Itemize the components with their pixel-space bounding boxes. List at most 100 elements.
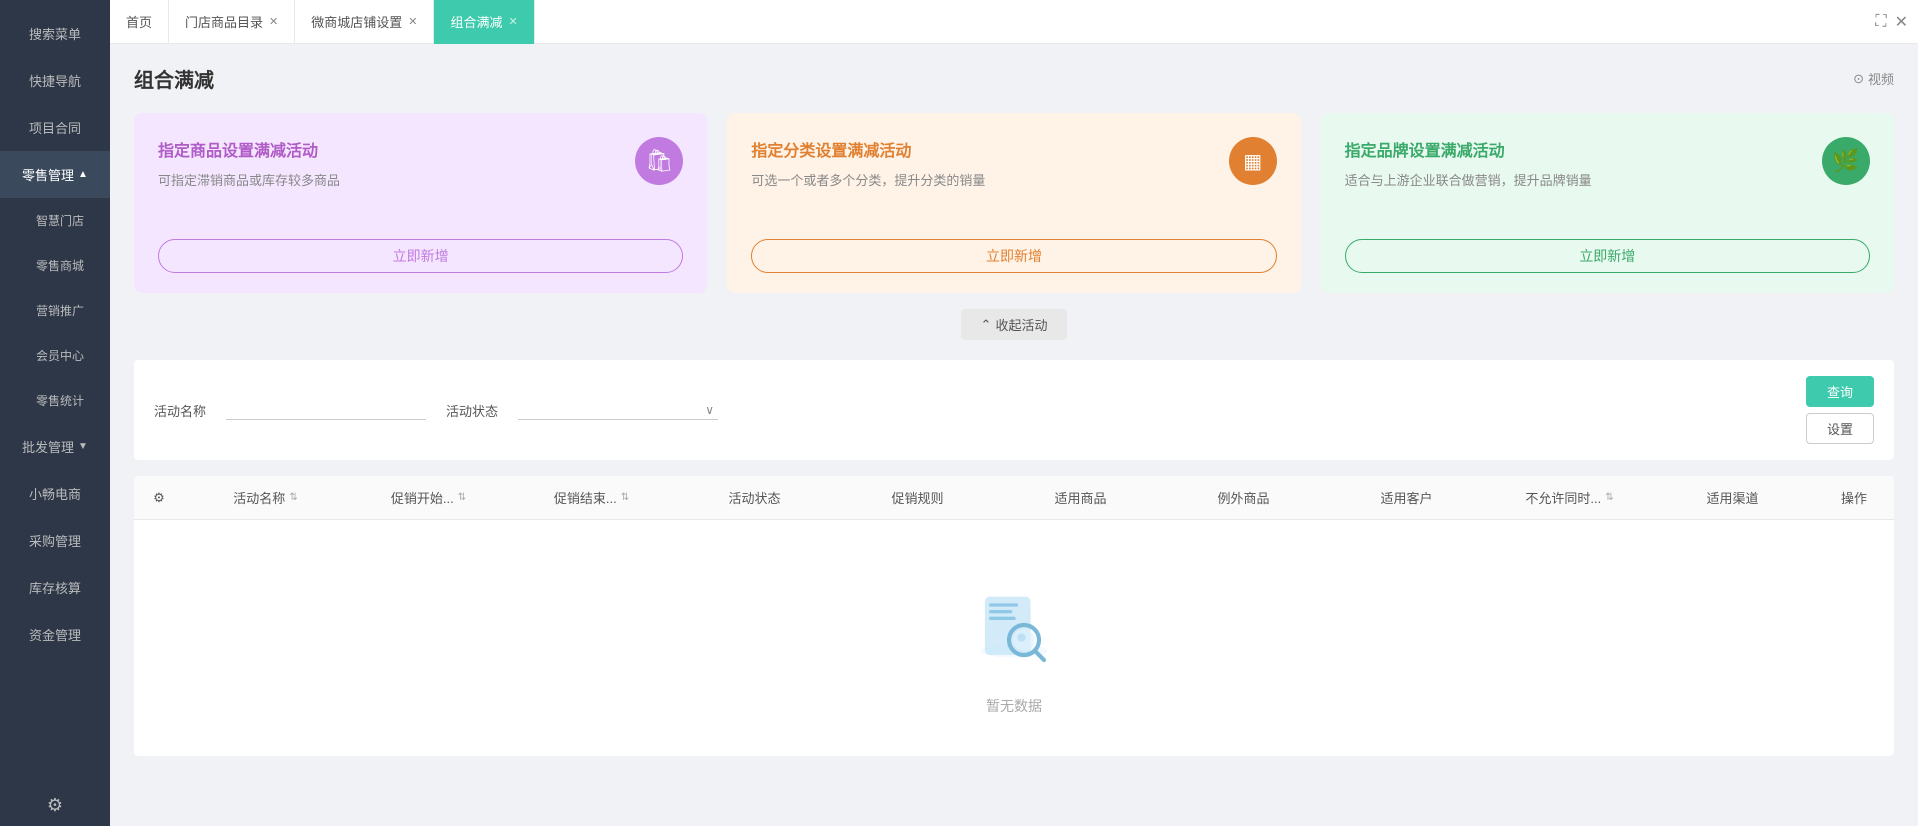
chevron-up-icon: ▲: [78, 169, 88, 180]
page-title: 组合满减: [134, 64, 214, 93]
th-gear[interactable]: ⚙: [134, 490, 184, 506]
th-applicable-channel: 适用渠道: [1651, 488, 1814, 507]
th-activity-name: 活动名称 ⇅: [184, 488, 347, 507]
sort-icon[interactable]: ⇅: [289, 492, 297, 503]
th-exception-goods: 例外商品: [1162, 488, 1325, 507]
sort-icon[interactable]: ⇅: [458, 492, 466, 503]
sidebar-item-label: 营销推广: [36, 304, 84, 318]
sidebar-item-label: 零售统计: [36, 394, 84, 408]
category-card-icon: ▦: [1229, 137, 1277, 185]
filter-actions: 查询 设置: [1806, 376, 1874, 444]
video-link[interactable]: ⊙ 视频: [1853, 69, 1894, 88]
activity-status-select[interactable]: ∨: [518, 401, 718, 420]
video-link-label: 视频: [1868, 69, 1894, 88]
collapse-label: 收起活动: [995, 315, 1047, 334]
empty-text: 暂无数据: [986, 696, 1042, 716]
goods-card-add-button[interactable]: 立即新增: [158, 239, 683, 273]
window-actions: ⛶ ✕: [1875, 12, 1918, 32]
brand-card-add-button[interactable]: 立即新增: [1345, 239, 1870, 273]
sidebar-item-label: 批发管理: [22, 437, 74, 456]
th-activity-status: 活动状态: [673, 488, 836, 507]
category-activity-card: 指定分类设置满减活动 可选一个或者多个分类，提升分类的销量 ▦ 立即新增: [727, 113, 1300, 293]
th-promo-start-label: 促销开始...: [391, 488, 454, 507]
sidebar-item-label: 项目合同: [29, 121, 81, 136]
sidebar-item-search-menu[interactable]: 搜索菜单: [0, 10, 110, 57]
sidebar-item-label: 会员中心: [36, 349, 84, 363]
sort-icon[interactable]: ⇅: [1605, 492, 1613, 503]
th-not-concurrent-label: 不允许同时...: [1525, 488, 1601, 507]
sidebar-item-project-contract[interactable]: 项目合同: [0, 104, 110, 151]
sidebar-item-smart-store[interactable]: 智慧门店: [0, 198, 110, 243]
sidebar: 搜索菜单 快捷导航 项目合同 零售管理 ▲ 智慧门店 零售商城 营销推广 会员中…: [0, 0, 110, 826]
th-applicable-goods: 适用商品: [999, 488, 1162, 507]
sidebar-item-member-center[interactable]: 会员中心: [0, 333, 110, 378]
close-icon[interactable]: ✕: [408, 15, 417, 28]
sidebar-item-xiaochangec[interactable]: 小畅电商: [0, 470, 110, 517]
page-content-area: 组合满减 ⊙ 视频 指定商品设置满减活动 可指定滞销商品或库存较多商品 🛍 立即…: [110, 44, 1918, 826]
sidebar-item-label: 快捷导航: [29, 74, 81, 89]
close-window-icon[interactable]: ✕: [1895, 12, 1908, 32]
tab-combo-discount[interactable]: 组合满减 ✕: [434, 0, 534, 44]
activity-name-label: 活动名称: [154, 401, 206, 420]
tab-home[interactable]: 首页: [110, 0, 169, 44]
category-card-add-button[interactable]: 立即新增: [751, 239, 1276, 273]
sidebar-item-marketing[interactable]: 营销推广: [0, 288, 110, 333]
settings-icon[interactable]: ⚙: [47, 795, 63, 816]
activity-status-label: 活动状态: [446, 401, 498, 420]
play-circle-icon: ⊙: [1853, 71, 1864, 87]
brand-card-desc: 适合与上游企业联合做营销，提升品牌销量: [1345, 171, 1870, 192]
sidebar-item-purchase-mgmt[interactable]: 采购管理: [0, 517, 110, 564]
maximize-icon[interactable]: ⛶: [1875, 13, 1886, 31]
sidebar-item-inventory-check[interactable]: 库存核算: [0, 564, 110, 611]
th-promo-end: 促销结束... ⇅: [510, 488, 673, 507]
brand-activity-card: 指定品牌设置满减活动 适合与上游企业联合做营销，提升品牌销量 🌿 立即新增: [1321, 113, 1894, 293]
sidebar-item-label: 零售商城: [36, 259, 84, 273]
th-promo-end-label: 促销结束...: [554, 488, 617, 507]
th-applicable-channel-label: 适用渠道: [1706, 488, 1758, 507]
tab-wechat-store[interactable]: 微商城店铺设置 ✕: [295, 0, 434, 44]
tab-combo-discount-label: 组合满减: [450, 12, 502, 31]
tab-wechat-store-label: 微商城店铺设置: [311, 12, 402, 31]
sidebar-item-label: 智慧门店: [36, 214, 84, 228]
th-promo-rule: 促销规则: [836, 488, 999, 507]
th-exception-goods-label: 例外商品: [1217, 488, 1269, 507]
goods-activity-card: 指定商品设置满减活动 可指定滞销商品或库存较多商品 🛍 立即新增: [134, 113, 707, 293]
sidebar-item-label: 搜索菜单: [29, 27, 81, 42]
sidebar-item-retail-stats[interactable]: 零售统计: [0, 378, 110, 423]
activity-name-input[interactable]: [226, 400, 426, 420]
sidebar-item-fund-mgmt[interactable]: 资金管理: [0, 611, 110, 658]
th-applicable-customer: 适用客户: [1325, 488, 1488, 507]
close-icon[interactable]: ✕: [509, 15, 518, 28]
activity-table: ⚙ 活动名称 ⇅ 促销开始... ⇅ 促销结束... ⇅ 活动状态: [134, 476, 1894, 756]
th-operations: 操作: [1814, 488, 1894, 507]
sort-icon[interactable]: ⇅: [621, 492, 629, 503]
th-operations-label: 操作: [1841, 488, 1867, 507]
sidebar-item-wholesale-mgmt[interactable]: 批发管理 ▼: [0, 423, 110, 470]
goods-card-icon: 🛍: [635, 137, 683, 185]
empty-state: 暂无数据: [134, 520, 1894, 756]
sidebar-item-label: 资金管理: [29, 628, 81, 643]
tab-home-label: 首页: [126, 12, 152, 31]
table-header: ⚙ 活动名称 ⇅ 促销开始... ⇅ 促销结束... ⇅ 活动状态: [134, 476, 1894, 520]
th-not-concurrent: 不允许同时... ⇅: [1488, 488, 1651, 507]
close-icon[interactable]: ✕: [269, 15, 278, 28]
collapse-button[interactable]: ⌃ 收起活动: [961, 309, 1068, 340]
sidebar-item-quick-nav[interactable]: 快捷导航: [0, 57, 110, 104]
category-card-desc: 可选一个或者多个分类，提升分类的销量: [751, 171, 1276, 192]
goods-card-title: 指定商品设置满减活动: [158, 137, 683, 161]
tab-store-catalog[interactable]: 门店商品目录 ✕: [169, 0, 295, 44]
th-activity-name-label: 活动名称: [233, 488, 285, 507]
tab-store-catalog-label: 门店商品目录: [185, 12, 263, 31]
query-button[interactable]: 查询: [1806, 376, 1874, 407]
sidebar-item-retail-mgmt[interactable]: 零售管理 ▲: [0, 151, 110, 198]
sidebar-item-retail-mall[interactable]: 零售商城: [0, 243, 110, 288]
collapse-bar: ⌃ 收起活动: [134, 309, 1894, 340]
brand-card-title: 指定品牌设置满减活动: [1345, 137, 1870, 161]
th-activity-status-label: 活动状态: [728, 488, 780, 507]
sidebar-item-label: 库存核算: [29, 581, 81, 596]
th-promo-rule-label: 促销规则: [891, 488, 943, 507]
main-content: 首页 门店商品目录 ✕ 微商城店铺设置 ✕ 组合满减 ✕ ⛶ ✕ 组合满减 ⊙ …: [110, 0, 1918, 826]
setting-button[interactable]: 设置: [1806, 413, 1874, 444]
th-applicable-goods-label: 适用商品: [1054, 488, 1106, 507]
activity-cards: 指定商品设置满减活动 可指定滞销商品或库存较多商品 🛍 立即新增 指定分类设置满…: [134, 113, 1894, 293]
